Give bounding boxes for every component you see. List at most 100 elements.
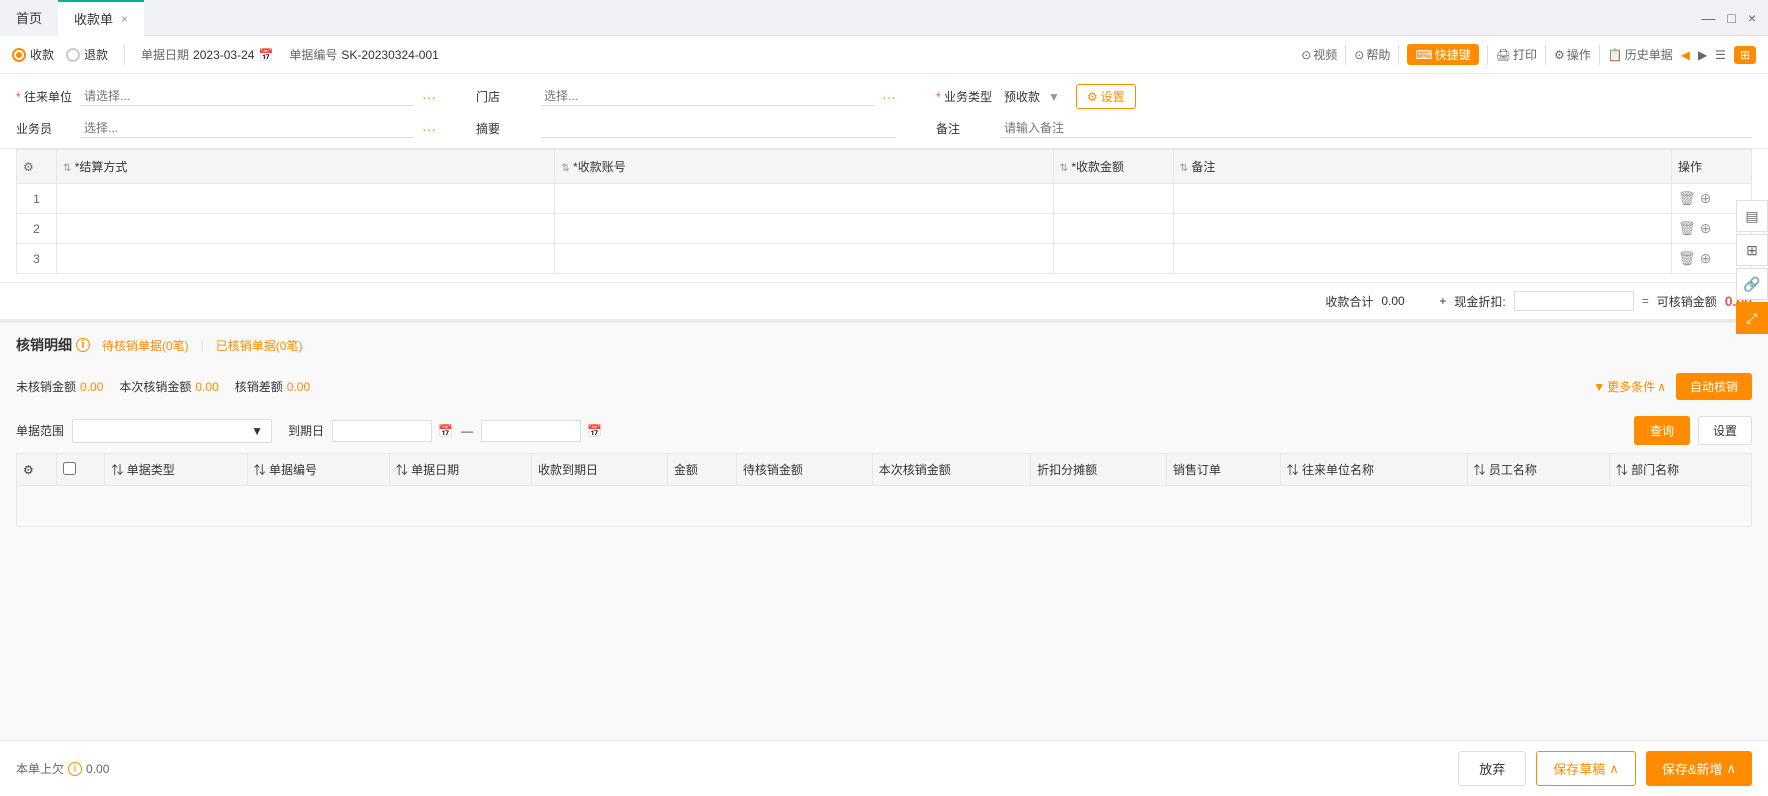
mini-btn-1[interactable]: ▤ [1736, 200, 1768, 232]
nav-next-icon[interactable]: ▶ [1698, 48, 1707, 62]
history-btn[interactable]: 📋 历史单据 [1608, 46, 1673, 63]
payment-method-cell[interactable] [57, 214, 555, 244]
partner-more-btn[interactable]: ··· [422, 89, 436, 105]
summary-input[interactable] [540, 119, 896, 138]
amount-cell[interactable] [1053, 244, 1173, 274]
delete-icon[interactable]: 🗑 [1678, 220, 1696, 237]
tab-home[interactable]: 首页 [0, 0, 58, 36]
mini-btn-4[interactable]: ⤢ [1736, 302, 1768, 334]
discount-input[interactable] [1514, 291, 1634, 311]
sub-col-settings: ⚙ [17, 454, 57, 486]
calendar-icon[interactable]: 📅 [258, 48, 273, 62]
video-btn[interactable]: ⊙ 视频 [1301, 46, 1337, 63]
amount-cell[interactable] [1053, 184, 1173, 214]
account-cell[interactable] [555, 244, 1053, 274]
query-btn[interactable]: 查询 [1634, 416, 1690, 445]
partner-input[interactable] [80, 87, 414, 106]
select-all-checkbox[interactable] [63, 462, 76, 475]
date-from-input[interactable]: 2022-04-01 [332, 420, 432, 442]
save-draft-btn[interactable]: 保存草稿 ∧ [1536, 751, 1636, 786]
remark-cell[interactable] [1173, 184, 1671, 214]
remark-input[interactable] [1000, 119, 1752, 138]
payment-method-cell[interactable] [57, 244, 555, 274]
account-input[interactable] [561, 222, 1046, 236]
delete-icon[interactable]: 🗑 [1678, 190, 1696, 207]
sub-table-gear-icon[interactable]: ⚙ [23, 463, 34, 477]
mini-btn-2[interactable]: ⊞ [1736, 234, 1768, 266]
verify-title: 核销明细 i [16, 335, 90, 355]
abandon-btn[interactable]: 放弃 [1458, 751, 1526, 786]
radio-refund[interactable]: 退款 [66, 46, 108, 63]
business-type-field: 业务类型 预收款 ▼ ⚙ 设置 [936, 84, 1296, 109]
account-input[interactable] [561, 252, 1046, 266]
save-new-btn[interactable]: 保存&新增 ∧ [1646, 751, 1752, 786]
layout-list-icon[interactable]: ☰ [1715, 48, 1726, 62]
verify-tab-done[interactable]: 已核销单据(0笔) [216, 337, 303, 354]
account-cell[interactable] [555, 214, 1053, 244]
remark-field: 备注 [936, 119, 1752, 138]
verify-tab-pending[interactable]: 待核销单据(0笔) [102, 337, 189, 354]
prev-info-icon[interactable]: i [68, 762, 82, 776]
store-input[interactable] [540, 87, 874, 106]
account-input[interactable] [561, 192, 1046, 206]
col-remark: ⇅ 备注 [1173, 150, 1671, 184]
toolbar-divider-5 [1599, 45, 1600, 65]
sub-col-amount: 金额 [667, 454, 736, 486]
tab-close-icon[interactable]: × [121, 12, 128, 26]
auto-verify-btn[interactable]: 自动核销 [1676, 373, 1752, 400]
table-remark-input[interactable] [1180, 192, 1665, 206]
save-new-dropdown-icon[interactable]: ∧ [1726, 761, 1736, 777]
minimize-icon[interactable]: — [1701, 10, 1715, 26]
save-draft-dropdown-icon[interactable]: ∧ [1609, 761, 1619, 777]
date-to-input[interactable]: 2022-04-12 [481, 420, 581, 442]
calendar-from-icon[interactable]: 📅 [438, 424, 453, 438]
settings-button[interactable]: ⚙ 设置 [1076, 84, 1136, 109]
layout-grid-icon[interactable]: ⊞ [1734, 46, 1756, 64]
payment-method-cell[interactable] [57, 184, 555, 214]
payment-method-input[interactable] [63, 192, 548, 206]
payment-method-input[interactable] [63, 222, 548, 236]
business-type-dropdown[interactable]: ▼ [1048, 90, 1060, 104]
amount-input[interactable] [1060, 192, 1167, 206]
col-action: 操作 [1672, 150, 1752, 184]
table-remark-input[interactable] [1180, 222, 1665, 236]
copy-icon[interactable]: ⊕ [1700, 250, 1712, 267]
remark-cell[interactable] [1173, 214, 1671, 244]
copy-icon[interactable]: ⊕ [1700, 220, 1712, 237]
copy-icon[interactable]: ⊕ [1700, 190, 1712, 207]
staff-input[interactable] [80, 119, 414, 138]
staff-label: 业务员 [16, 120, 76, 137]
radio-collection[interactable]: 收款 [12, 46, 54, 63]
delete-icon[interactable]: 🗑 [1678, 250, 1696, 267]
table-remark-input[interactable] [1180, 252, 1665, 266]
more-conditions-link[interactable]: ▼ 更多条件 ∧ [1593, 378, 1666, 395]
amount-input[interactable] [1060, 222, 1167, 236]
nav-prev-icon[interactable]: ◀ [1681, 48, 1690, 62]
store-more-btn[interactable]: ··· [882, 89, 896, 105]
type-radio-group: 收款 退款 [12, 46, 108, 63]
amount-input[interactable] [1060, 252, 1167, 266]
toolbar-divider-2 [1398, 45, 1399, 65]
shortcut-btn[interactable]: ⌨ 快捷键 [1407, 44, 1478, 65]
range-select[interactable]: ▼ [72, 419, 272, 443]
account-cell[interactable] [555, 184, 1053, 214]
sub-col-doc-type: ⇅ 单据类型 [105, 454, 247, 486]
sub-col-check [57, 454, 105, 486]
remark-cell[interactable] [1173, 244, 1671, 274]
operation-btn[interactable]: ⚙ 操作 [1554, 46, 1591, 63]
calendar-to-icon[interactable]: 📅 [587, 424, 602, 438]
verify-info-icon[interactable]: i [76, 338, 90, 352]
tab-active[interactable]: 收款单 × [58, 0, 144, 36]
table-settings-icon[interactable]: ⚙ [23, 160, 34, 174]
maximize-icon[interactable]: □ [1727, 10, 1735, 26]
verify-actions: ▼ 更多条件 ∧ 自动核销 [1593, 373, 1752, 400]
staff-more-btn[interactable]: ··· [422, 121, 436, 137]
unverified-stat: 未核销金额 0.00 [16, 378, 103, 395]
verify-settings-btn[interactable]: 设置 [1698, 416, 1752, 445]
print-btn[interactable]: 🖨 打印 [1496, 46, 1537, 63]
window-close-icon[interactable]: × [1748, 10, 1756, 26]
help-btn[interactable]: ⊙ 帮助 [1354, 46, 1390, 63]
payment-method-input[interactable] [63, 252, 548, 266]
amount-cell[interactable] [1053, 214, 1173, 244]
mini-btn-3[interactable]: 🔗 [1736, 268, 1768, 300]
